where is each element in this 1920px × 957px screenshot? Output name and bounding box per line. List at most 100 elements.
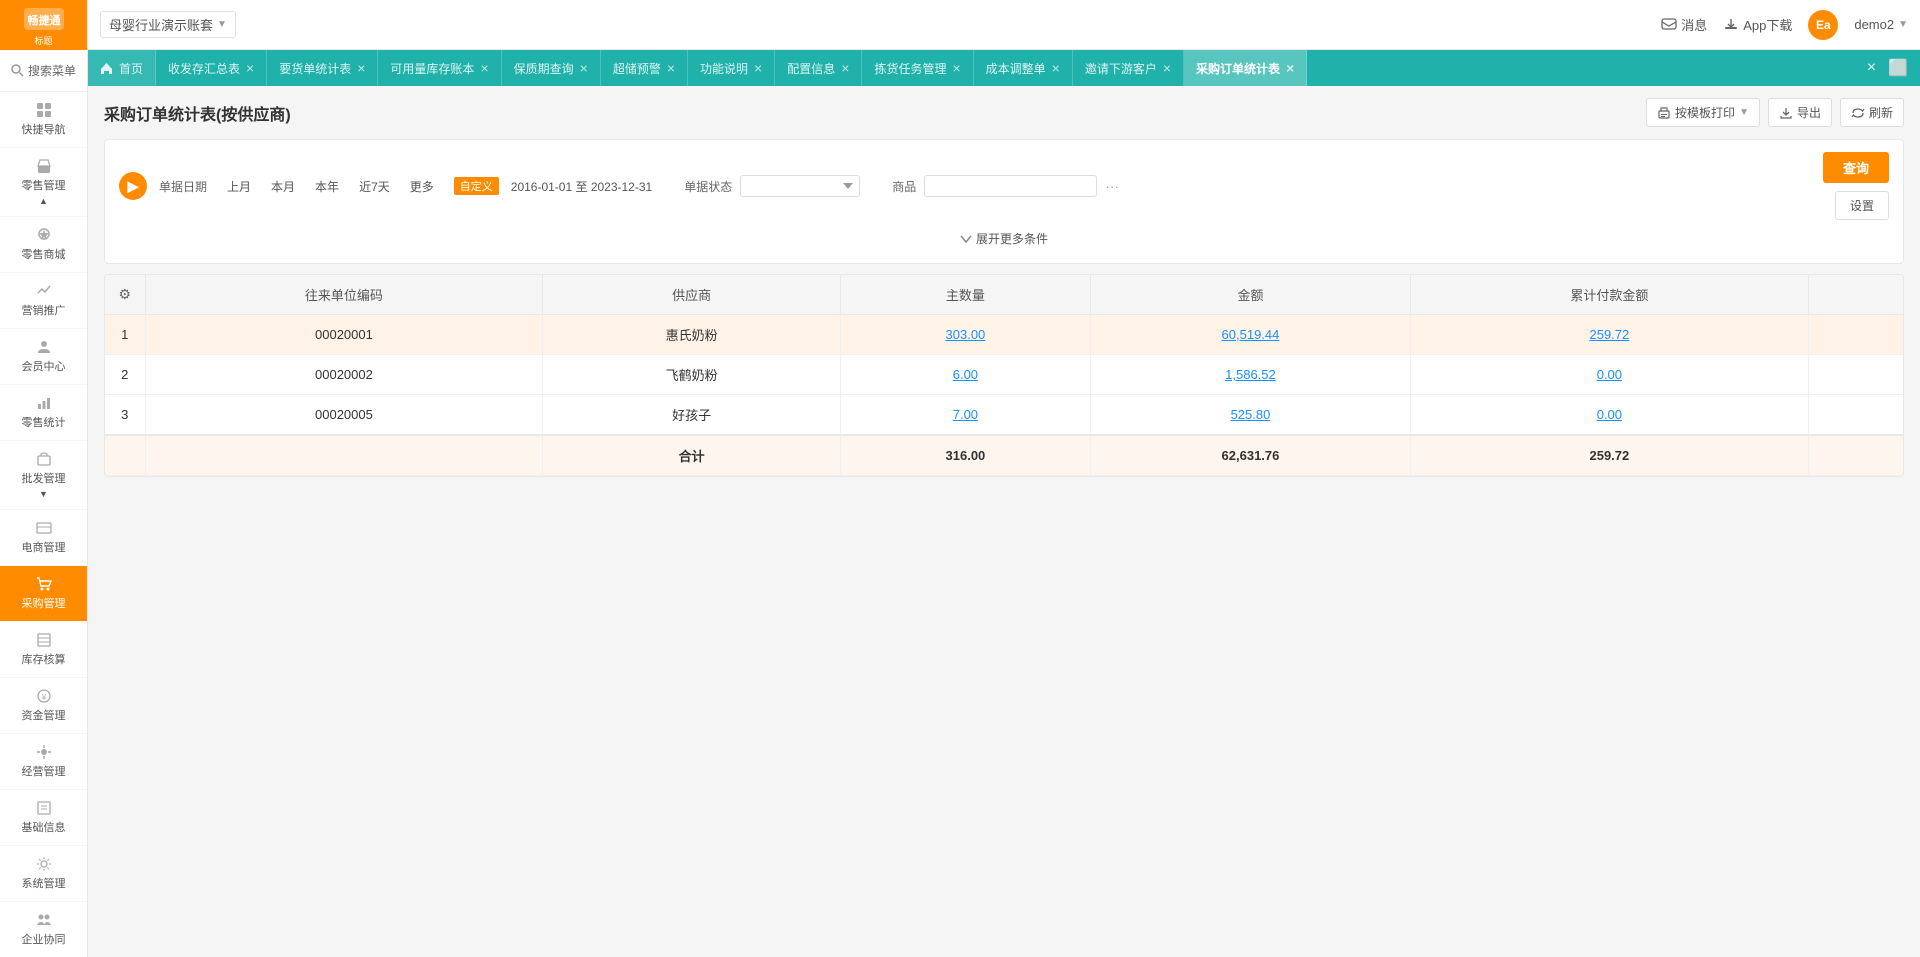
sidebar-item-inventory[interactable]: 库存核算 bbox=[0, 622, 87, 678]
column-settings-icon[interactable]: ⚙ bbox=[118, 286, 131, 302]
tab-config-info[interactable]: 配置信息 × bbox=[775, 50, 862, 86]
tab-close-icon[interactable]: × bbox=[1052, 61, 1060, 75]
expand-more-btn[interactable]: 展开更多条件 bbox=[952, 226, 1056, 251]
settings-button[interactable]: 设置 bbox=[1835, 191, 1889, 220]
cell-extra bbox=[1808, 355, 1903, 395]
tab-close-icon[interactable]: × bbox=[580, 61, 588, 75]
sidebar-item-operations[interactable]: 经营管理 bbox=[0, 734, 87, 790]
table-footer-row: 合计 316.00 62,631.76 259.72 bbox=[105, 435, 1903, 476]
tab-home[interactable]: 首页 bbox=[88, 50, 156, 86]
tab-close-icon[interactable]: × bbox=[246, 61, 254, 75]
tab-warranty-query[interactable]: 保质期查询 × bbox=[502, 50, 601, 86]
tab-order-summary[interactable]: 要货单统计表 × bbox=[267, 50, 378, 86]
message-icon bbox=[1661, 17, 1677, 33]
tab-close-icon[interactable]: × bbox=[841, 61, 849, 75]
page-content: 采购订单统计表(按供应商) 按模板打印 ▼ 导出 刷新 bbox=[88, 86, 1920, 957]
sidebar-item-member-center[interactable]: 会员中心 bbox=[0, 329, 87, 385]
date-btn-this-year[interactable]: 本年 bbox=[307, 176, 347, 197]
print-button[interactable]: 按模板打印 ▼ bbox=[1646, 98, 1760, 127]
cell-paid-amount: 259.72 bbox=[1410, 315, 1808, 355]
sidebar-item-retail-stats[interactable]: 零售统计 bbox=[0, 385, 87, 441]
sidebar-item-retail-shop[interactable]: 零售商城 bbox=[0, 217, 87, 273]
refresh-button[interactable]: 刷新 bbox=[1840, 98, 1904, 127]
paid-link[interactable]: 259.72 bbox=[1589, 327, 1629, 342]
amount-link[interactable]: 525.80 bbox=[1231, 407, 1271, 422]
user-name-btn[interactable]: demo2 ▼ bbox=[1854, 17, 1908, 32]
tab-available-inventory[interactable]: 可用量库存账本 × bbox=[378, 50, 501, 86]
sidebar-item-label: 采购管理 bbox=[22, 595, 66, 611]
user-avatar[interactable]: Ea bbox=[1808, 10, 1838, 40]
maximize-btn[interactable]: ⬜ bbox=[1884, 58, 1912, 78]
tab-overstock-warning[interactable]: 超储预警 × bbox=[601, 50, 688, 86]
tab-purchase-order-stats[interactable]: 采购订单统计表 × bbox=[1184, 50, 1307, 86]
cell-seq: 2 bbox=[105, 355, 145, 395]
col-quantity: 主数量 bbox=[840, 275, 1090, 315]
close-tab-btn[interactable]: × bbox=[1863, 59, 1880, 77]
user-name: demo2 bbox=[1854, 17, 1894, 32]
tab-receive-summary[interactable]: 收发存汇总表 × bbox=[156, 50, 267, 86]
cell-unit-code: 00020005 bbox=[145, 395, 543, 436]
export-button[interactable]: 导出 bbox=[1768, 98, 1832, 127]
account-selector[interactable]: 母婴行业演示账套 ▼ bbox=[100, 11, 236, 38]
tab-cost-adjust[interactable]: 成本调整单 × bbox=[974, 50, 1073, 86]
col-settings: ⚙ bbox=[105, 275, 145, 315]
footer-amount: 62,631.76 bbox=[1090, 435, 1410, 476]
sidebar-item-finance[interactable]: ¥ 资金管理 bbox=[0, 678, 87, 734]
chevron-down-icon: ▼ bbox=[1739, 107, 1749, 118]
expand-more-label: 展开更多条件 bbox=[976, 230, 1048, 247]
amount-link[interactable]: 60,519.44 bbox=[1222, 327, 1280, 342]
tab-label: 保质期查询 bbox=[514, 60, 574, 77]
date-btn-more[interactable]: 更多 bbox=[402, 176, 442, 197]
purchase-icon bbox=[36, 576, 52, 592]
col-paid-amount: 累计付款金额 bbox=[1410, 275, 1808, 315]
quantity-link[interactable]: 6.00 bbox=[953, 367, 978, 382]
sidebar-item-enterprise-collab[interactable]: 企业协同 bbox=[0, 902, 87, 957]
tab-function-desc[interactable]: 功能说明 × bbox=[688, 50, 775, 86]
tab-close-icon[interactable]: × bbox=[952, 61, 960, 75]
query-button[interactable]: 查询 bbox=[1823, 152, 1889, 183]
sidebar-item-label: 资金管理 bbox=[22, 707, 66, 723]
date-btn-last-month[interactable]: 上月 bbox=[219, 176, 259, 197]
tab-picking-tasks[interactable]: 拣货任务管理 × bbox=[862, 50, 973, 86]
quantity-link[interactable]: 7.00 bbox=[953, 407, 978, 422]
refresh-label: 刷新 bbox=[1869, 104, 1893, 121]
sidebar-item-label: 快捷导航 bbox=[22, 121, 66, 137]
sidebar-item-retail-mgmt[interactable]: 零售管理 ▲ bbox=[0, 148, 87, 217]
tab-close-icon[interactable]: × bbox=[480, 61, 488, 75]
refresh-icon bbox=[1851, 106, 1865, 120]
amount-link[interactable]: 1,586.52 bbox=[1225, 367, 1276, 382]
sidebar-item-marketing[interactable]: 营销推广 bbox=[0, 273, 87, 329]
tab-close-icon[interactable]: × bbox=[754, 61, 762, 75]
date-btn-7days[interactable]: 近7天 bbox=[351, 176, 398, 197]
marketing-icon bbox=[36, 283, 52, 299]
sidebar-item-wholesale-mgmt[interactable]: 批发管理 ▼ bbox=[0, 441, 87, 510]
sidebar-item-basic-info[interactable]: 基础信息 bbox=[0, 790, 87, 846]
sidebar-item-label: 零售商城 bbox=[22, 246, 66, 262]
tab-close-icon[interactable]: × bbox=[357, 61, 365, 75]
app-download-btn[interactable]: App下载 bbox=[1723, 15, 1792, 34]
quantity-link[interactable]: 303.00 bbox=[946, 327, 986, 342]
expand-filter-btn[interactable]: ▶ bbox=[119, 172, 147, 200]
shop-icon bbox=[36, 227, 52, 243]
paid-link[interactable]: 0.00 bbox=[1597, 367, 1622, 382]
message-btn[interactable]: 消息 bbox=[1661, 15, 1707, 34]
tab-close-icon[interactable]: × bbox=[1163, 61, 1171, 75]
sidebar-item-purchase-mgmt[interactable]: 采购管理 bbox=[0, 566, 87, 622]
tab-invite-downstream[interactable]: 邀请下游客户 × bbox=[1073, 50, 1184, 86]
date-btn-this-month[interactable]: 本月 bbox=[263, 176, 303, 197]
search-menu-item[interactable]: 搜索菜单 bbox=[6, 58, 81, 83]
sidebar-item-label: 系统管理 bbox=[22, 875, 66, 891]
goods-more-icon[interactable]: ··· bbox=[1105, 178, 1119, 194]
tab-close-icon[interactable]: × bbox=[667, 61, 675, 75]
status-select[interactable] bbox=[740, 175, 860, 197]
date-custom-tag: 自定义 bbox=[454, 177, 499, 195]
paid-link[interactable]: 0.00 bbox=[1597, 407, 1622, 422]
print-icon bbox=[1657, 106, 1671, 120]
sidebar-item-system-mgmt[interactable]: 系统管理 bbox=[0, 846, 87, 902]
goods-input[interactable] bbox=[924, 175, 1097, 197]
tab-close-icon[interactable]: × bbox=[1286, 61, 1294, 75]
tab-label: 成本调整单 bbox=[986, 60, 1046, 77]
sidebar-item-quick-nav[interactable]: 快捷导航 bbox=[0, 92, 87, 148]
sidebar-item-ecommerce-mgmt[interactable]: 电商管理 bbox=[0, 510, 87, 566]
cell-extra bbox=[1808, 395, 1903, 436]
